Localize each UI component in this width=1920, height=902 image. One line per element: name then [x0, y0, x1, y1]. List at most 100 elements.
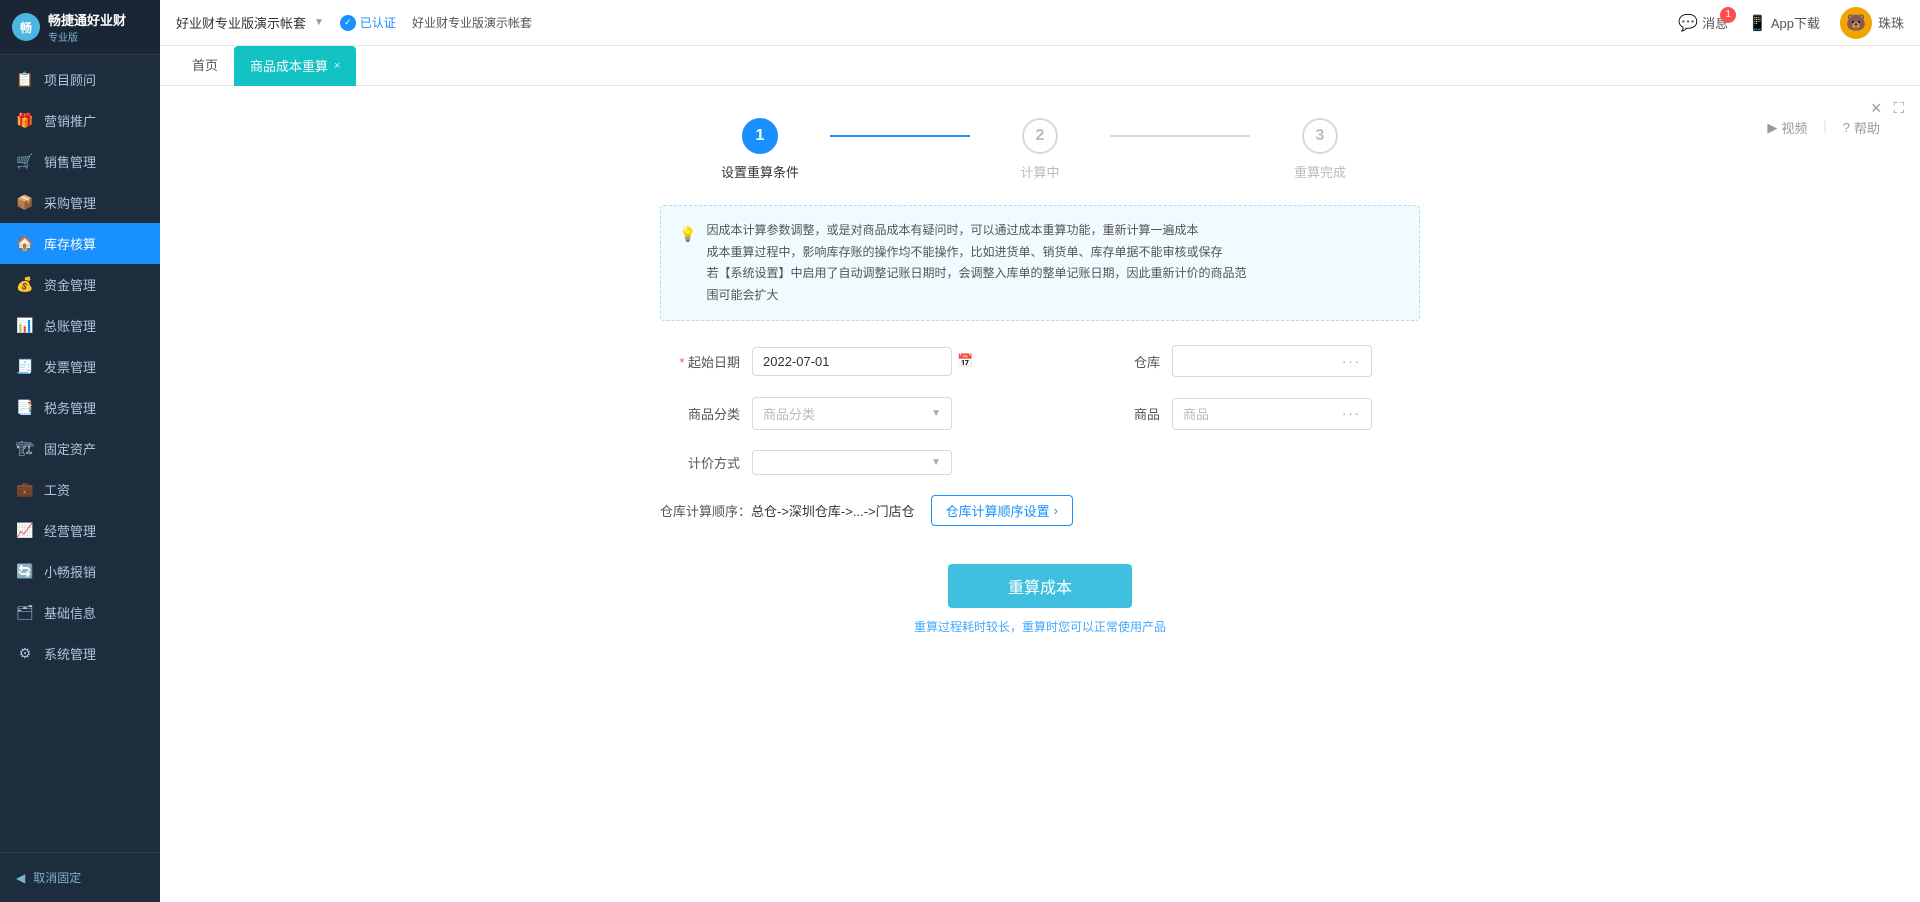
- sidebar-item-purchase[interactable]: 📦 采购管理: [0, 182, 160, 223]
- sidebar-item-operations[interactable]: 📈 经营管理: [0, 510, 160, 551]
- message-button[interactable]: 💬 消息 1: [1678, 13, 1728, 33]
- notification-badge: 1: [1720, 7, 1736, 23]
- chevron-down-icon: ▼: [314, 17, 324, 28]
- sidebar-item-label: 税务管理: [44, 398, 96, 417]
- recalc-button[interactable]: 重算成本: [948, 564, 1132, 608]
- sidebar-item-expense[interactable]: 🔄 小畅报销: [0, 551, 160, 592]
- operations-icon: 📈: [16, 522, 34, 540]
- sidebar-item-tax[interactable]: 📑 税务管理: [0, 387, 160, 428]
- sidebar-item-label: 库存核算: [44, 234, 96, 253]
- chevron-right-icon: ›: [1054, 503, 1058, 518]
- question-icon: ?: [1843, 120, 1850, 135]
- step-3-circle: 3: [1302, 118, 1338, 154]
- account-name: 好业财专业版演示帐套: [176, 13, 306, 32]
- form-row-3: 计价方式 ▼: [660, 450, 1420, 475]
- help-area: ▶ 视频 | ? 帮助: [1767, 118, 1880, 137]
- marketing-icon: 🎁: [16, 112, 34, 130]
- tab-cost-recalc[interactable]: 商品成本重算 ×: [234, 46, 356, 86]
- start-date-label: 起始日期: [660, 352, 740, 371]
- form-group-warehouse: 仓库 ···: [1080, 345, 1420, 377]
- username: 珠珠: [1878, 13, 1904, 32]
- user-menu[interactable]: 🐻 珠珠: [1840, 7, 1904, 39]
- start-date-input[interactable]: 📅: [752, 347, 952, 376]
- unpin-button[interactable]: ◀ 取消固定: [0, 861, 160, 894]
- tab-home[interactable]: 首页: [176, 46, 234, 86]
- verified-text: 已认证: [360, 14, 396, 31]
- notice-content: 因成本计算参数调整，或是对商品成本有疑问时，可以通过成本重算功能，重新计算一遍成…: [706, 220, 1246, 306]
- step-line-2: [1110, 135, 1250, 137]
- sidebar-item-assets[interactable]: 🏗 固定资产: [0, 428, 160, 469]
- app-edition: 专业版: [48, 29, 126, 44]
- main-area: 好业财专业版演示帐套 ▼ ✓ 已认证 好业财专业版演示帐套 💬 消息 1 📱 A…: [160, 0, 1920, 902]
- sidebar-item-invoice[interactable]: 🧾 发票管理: [0, 346, 160, 387]
- sidebar-item-salary[interactable]: 💼 工资: [0, 469, 160, 510]
- sidebar-item-finance[interactable]: 💰 资金管理: [0, 264, 160, 305]
- video-label: 视频: [1781, 118, 1807, 137]
- finance-icon: 💰: [16, 276, 34, 294]
- step-line-1: [830, 135, 970, 137]
- form-row-1: 起始日期 📅 仓库 ···: [660, 345, 1420, 377]
- sidebar: 畅 畅捷通好业财 专业版 📋 项目顾问 🎁 营销推广 🛒 销售管理 📦 采购管理…: [0, 0, 160, 902]
- sidebar-item-label: 小畅报销: [44, 562, 96, 581]
- warehouse-order-value: 总仓->深圳仓库->...->门店仓: [751, 501, 915, 520]
- recalc-area: 重算成本 重算过程耗时较长，重算时您可以正常使用产品: [160, 564, 1920, 635]
- warehouse-select[interactable]: ···: [1172, 345, 1372, 377]
- date-value[interactable]: [753, 348, 949, 375]
- calendar-icon[interactable]: 📅: [949, 353, 981, 369]
- pricing-label: 计价方式: [660, 453, 740, 472]
- mobile-icon: 📱: [1748, 14, 1767, 32]
- warehouse-order-settings-button[interactable]: 仓库计算顺序设置 ›: [931, 495, 1073, 526]
- sidebar-item-project[interactable]: 📋 项目顾问: [0, 59, 160, 100]
- sidebar-item-label: 工资: [44, 480, 70, 499]
- app-download-label: App下载: [1771, 13, 1820, 32]
- sidebar-item-label: 资金管理: [44, 275, 96, 294]
- form-group-goods: 商品 商品 ···: [1080, 398, 1420, 430]
- sidebar-item-label: 采购管理: [44, 193, 96, 212]
- sidebar-bottom: ◀ 取消固定: [0, 852, 160, 902]
- form-row-2: 商品分类 商品分类 ▼ 商品 商品 ···: [660, 397, 1420, 430]
- unpin-icon: ◀: [16, 871, 25, 885]
- video-link[interactable]: ▶ 视频: [1767, 118, 1807, 137]
- sidebar-item-sales[interactable]: 🛒 销售管理: [0, 141, 160, 182]
- assets-icon: 🏗: [16, 440, 34, 458]
- notice-line-3: 若【系统设置】中启用了自动调整记账日期时，会调整入库单的整单记账日期，因此重新计…: [706, 263, 1246, 285]
- salary-icon: 💼: [16, 481, 34, 499]
- sidebar-item-system[interactable]: ⚙ 系统管理: [0, 633, 160, 674]
- content-panel: × ⛶ 1 设置重算条件 2 计算中: [160, 86, 1920, 902]
- form-group-category: 商品分类 商品分类 ▼: [660, 397, 1000, 430]
- logo-icon: 畅: [12, 13, 40, 41]
- notice-line-4: 围可能会扩大: [706, 285, 1246, 307]
- warehouse-label: 仓库: [1080, 352, 1160, 371]
- pricing-select[interactable]: ▼: [752, 450, 952, 475]
- sidebar-item-basic[interactable]: 🗂 基础信息: [0, 592, 160, 633]
- tabbar: 首页 商品成本重算 ×: [160, 46, 1920, 86]
- notice-box: 💡 因成本计算参数调整，或是对商品成本有疑问时，可以通过成本重算功能，重新计算一…: [660, 205, 1420, 321]
- sidebar-item-label: 项目顾问: [44, 70, 96, 89]
- warehouse-btn-label: 仓库计算顺序设置: [946, 501, 1050, 520]
- goods-label: 商品: [1080, 404, 1160, 423]
- accounting-icon: 📊: [16, 317, 34, 335]
- unpin-label: 取消固定: [33, 869, 81, 886]
- app-title: 畅捷通好业财: [48, 10, 126, 29]
- goods-select[interactable]: 商品 ···: [1172, 398, 1372, 430]
- app-download-button[interactable]: 📱 App下载: [1748, 13, 1820, 32]
- invoice-icon: 🧾: [16, 358, 34, 376]
- sidebar-item-label: 基础信息: [44, 603, 96, 622]
- sidebar-item-label: 营销推广: [44, 111, 96, 130]
- step-1-label: 设置重算条件: [721, 162, 799, 181]
- sidebar-item-accounting[interactable]: 📊 总账管理: [0, 305, 160, 346]
- sidebar-item-marketing[interactable]: 🎁 营销推广: [0, 100, 160, 141]
- category-select[interactable]: 商品分类 ▼: [752, 397, 952, 430]
- sales-icon: 🛒: [16, 153, 34, 171]
- expense-icon: 🔄: [16, 563, 34, 581]
- sidebar-item-inventory[interactable]: 🏠 库存核算: [0, 223, 160, 264]
- goods-placeholder: 商品: [1183, 404, 1209, 423]
- sidebar-item-label: 总账管理: [44, 316, 96, 335]
- help-link[interactable]: ? 帮助: [1843, 118, 1880, 137]
- category-label: 商品分类: [660, 404, 740, 423]
- sidebar-item-label: 发票管理: [44, 357, 96, 376]
- step-2: 2 计算中: [970, 118, 1110, 181]
- tab-close-icon[interactable]: ×: [334, 60, 340, 72]
- account-selector[interactable]: 好业财专业版演示帐套 ▼: [176, 13, 324, 32]
- chevron-down-icon: ▼: [931, 408, 941, 419]
